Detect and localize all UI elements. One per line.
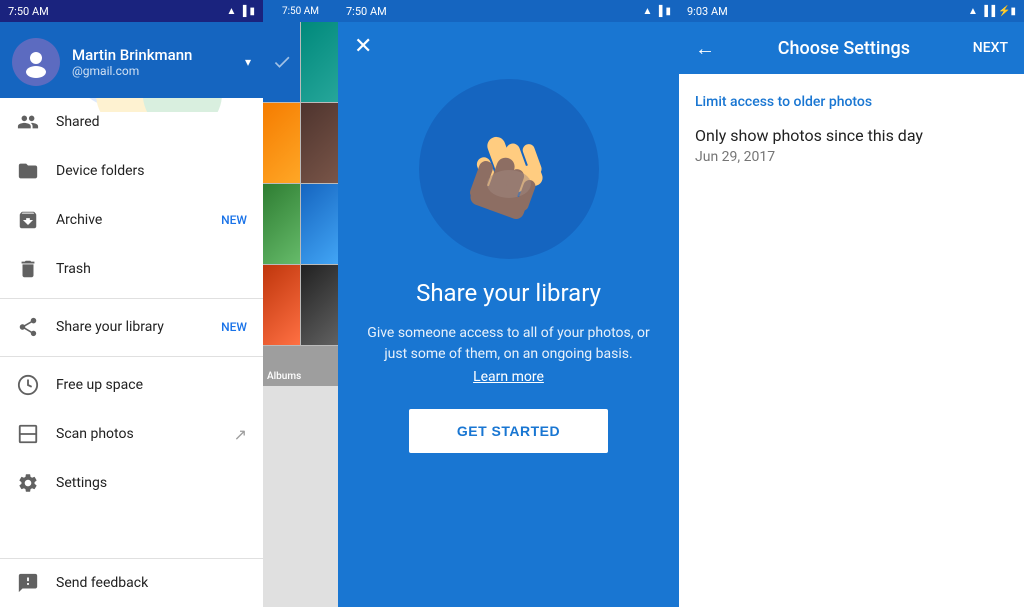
- wifi-icon-settings: ▲: [968, 6, 978, 17]
- archive-badge: NEW: [221, 213, 247, 227]
- share-description: Give someone access to all of your photo…: [338, 323, 679, 365]
- close-button[interactable]: ✕: [338, 22, 388, 71]
- time-left: 7:50 AM: [8, 5, 49, 18]
- status-bar-left: 7:50 AM ▲ ▐ ▮: [0, 0, 263, 22]
- external-link-icon: ↗: [234, 425, 247, 444]
- albums-label: Albums: [267, 371, 301, 382]
- share-title: Share your library: [416, 279, 601, 307]
- profile-info: Martin Brinkmann @gmail.com: [72, 46, 233, 78]
- status-bar-mid: 7:50 AM: [263, 0, 338, 22]
- share-library-icon: [16, 315, 40, 339]
- time-share: 7:50 AM: [346, 5, 387, 18]
- people-icon: [16, 110, 40, 134]
- get-started-button[interactable]: GET STARTED: [409, 409, 608, 453]
- settings-label: Settings: [56, 475, 247, 491]
- signal-icon-share: ▐: [655, 6, 662, 17]
- share-library-dialog: 7:50 AM ▲ ▐ ▮ ✕: [338, 0, 679, 607]
- back-button[interactable]: ←: [687, 28, 723, 69]
- photo-grid: Albums: [263, 22, 338, 386]
- device-folders-label: Device folders: [56, 163, 247, 179]
- profile-name: Martin Brinkmann: [72, 46, 233, 64]
- photo-cell: [263, 103, 300, 183]
- profile-header[interactable]: Martin Brinkmann @gmail.com ▾: [0, 22, 263, 98]
- photo-cell: [263, 184, 300, 264]
- status-bar-share: 7:50 AM ▲ ▐ ▮: [338, 0, 679, 22]
- share-illustration: [419, 79, 599, 259]
- archive-icon: [16, 208, 40, 232]
- status-icons-settings: ▲ ▐▐ ⚡▮: [968, 6, 1016, 17]
- show-photos-text: Only show photos since this day: [695, 126, 1008, 145]
- battery-icon-settings: ⚡▮: [998, 6, 1016, 17]
- nav-divider: [0, 298, 263, 299]
- share-library-label: Share your library: [56, 319, 205, 335]
- avatar: [12, 38, 60, 86]
- photo-cell: [301, 22, 338, 102]
- signal-icon: ▐: [239, 6, 246, 17]
- wifi-icon-share: ▲: [642, 6, 652, 17]
- archive-label: Archive: [56, 212, 205, 228]
- wifi-icon: ▲: [226, 6, 236, 17]
- photo-cell: [301, 184, 338, 264]
- photo-cell: [301, 103, 338, 183]
- signal-icon-settings: ▐▐: [981, 6, 995, 17]
- time-mid: 7:50 AM: [282, 6, 319, 17]
- scan-photos-label: Scan photos: [56, 426, 218, 442]
- photo-cell: [263, 265, 300, 345]
- battery-icon: ▮: [249, 6, 255, 17]
- status-icons-left: ▲ ▐ ▮: [226, 6, 255, 17]
- trash-label: Trash: [56, 261, 247, 277]
- sidebar-item-scan-photos[interactable]: Scan photos ↗: [0, 410, 263, 459]
- status-icons-share: ▲ ▐ ▮: [642, 6, 671, 17]
- sidebar-item-settings[interactable]: Settings: [0, 459, 263, 508]
- sidebar-panel: 7:50 AM ▲ ▐ ▮ Martin Brinkmann @gmail.co…: [0, 0, 263, 607]
- next-button[interactable]: NEXT: [965, 32, 1016, 64]
- sidebar-item-free-space[interactable]: Free up space: [0, 361, 263, 410]
- sidebar-item-share-library[interactable]: Share your library NEW: [0, 303, 263, 352]
- photo-grid-panel: 7:50 AM Albums: [263, 0, 338, 607]
- folder-icon: [16, 159, 40, 183]
- photo-cell: [263, 22, 300, 102]
- feedback-icon: [16, 571, 40, 595]
- sidebar-item-trash[interactable]: Trash: [0, 245, 263, 294]
- share-library-badge: NEW: [221, 320, 247, 334]
- settings-icon: [16, 471, 40, 495]
- battery-icon-share: ▮: [665, 6, 671, 17]
- learn-more-link[interactable]: Learn more: [473, 369, 544, 385]
- settings-panel: 9:03 AM ▲ ▐▐ ⚡▮ ← Choose Settings NEXT L…: [679, 0, 1024, 607]
- profile-email: @gmail.com: [72, 64, 233, 78]
- settings-title: Choose Settings: [731, 38, 957, 59]
- send-feedback-item[interactable]: Send feedback: [0, 558, 263, 607]
- status-bar-settings: 9:03 AM ▲ ▐▐ ⚡▮: [679, 0, 1024, 22]
- chevron-down-icon[interactable]: ▾: [245, 55, 251, 69]
- limit-access-label: Limit access to older photos: [695, 94, 1008, 110]
- trash-icon: [16, 257, 40, 281]
- shared-label: Shared: [56, 114, 247, 130]
- free-space-label: Free up space: [56, 377, 247, 393]
- date-text: Jun 29, 2017: [695, 149, 1008, 165]
- settings-content: Limit access to older photos Only show p…: [679, 74, 1024, 185]
- settings-toolbar: ← Choose Settings NEXT: [679, 22, 1024, 74]
- sidebar-item-device-folders[interactable]: Device folders: [0, 147, 263, 196]
- sidebar-item-archive[interactable]: Archive NEW: [0, 196, 263, 245]
- photo-cell: Albums: [263, 346, 338, 386]
- time-settings: 9:03 AM: [687, 5, 728, 18]
- nav-divider-2: [0, 356, 263, 357]
- scan-icon: [16, 422, 40, 446]
- free-space-icon: [16, 373, 40, 397]
- send-feedback-label: Send feedback: [56, 575, 247, 591]
- photo-cell: [301, 265, 338, 345]
